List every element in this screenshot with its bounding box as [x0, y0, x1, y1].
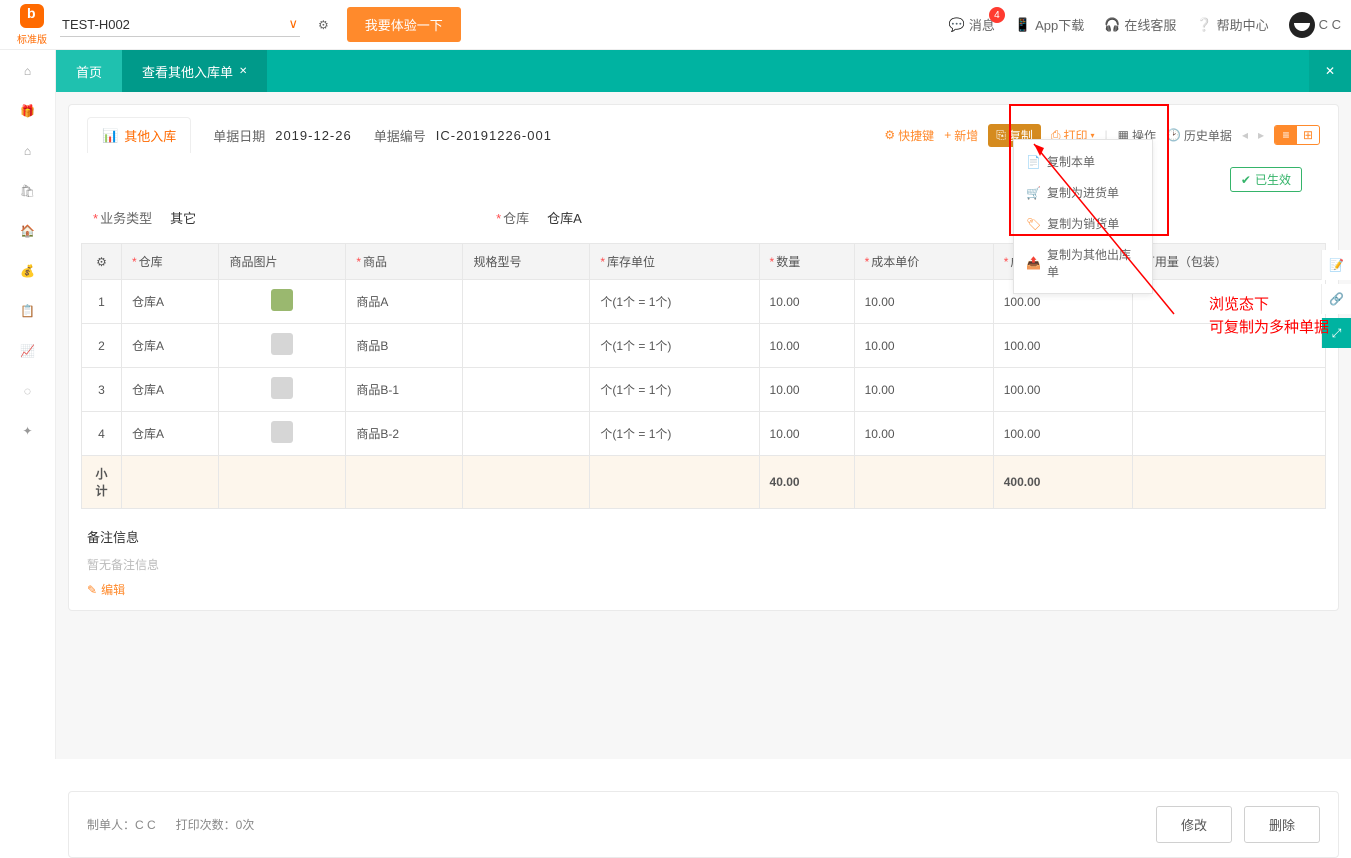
- edit-icon: ✎: [87, 583, 97, 597]
- help-link[interactable]: ❔帮助中心: [1196, 15, 1268, 34]
- biztype-value: 其它: [170, 211, 196, 226]
- modify-button[interactable]: 修改: [1156, 806, 1232, 843]
- message-icon: 💬: [949, 17, 965, 33]
- service-link[interactable]: 🎧在线客服: [1104, 15, 1176, 34]
- prev-button[interactable]: ◂: [1242, 128, 1248, 142]
- date-value: 2019-12-26: [275, 128, 352, 143]
- plus-icon: +: [944, 128, 951, 142]
- doc-type-tab[interactable]: 📊其他入库: [87, 117, 191, 153]
- edition-label: 标准版: [10, 31, 54, 46]
- remark-title: 备注信息: [87, 527, 1320, 546]
- table-row[interactable]: 4仓库A商品B-2个(1个 = 1个)10.0010.00100.00: [82, 412, 1326, 456]
- nav-report-icon[interactable]: 📈: [20, 344, 35, 358]
- date-label: 单据日期: [213, 126, 265, 145]
- subtotal-row: 小计40.00400.00: [82, 456, 1326, 509]
- remark-empty: 暂无备注信息: [87, 556, 1320, 573]
- help-icon: ❔: [1196, 17, 1212, 33]
- nav-money-icon[interactable]: 💰: [20, 264, 35, 278]
- tab-view-other-in[interactable]: 查看其他入库单✕: [122, 50, 267, 92]
- logo[interactable]: 标准版: [10, 4, 54, 46]
- edit-remark-button[interactable]: ✎编辑: [87, 581, 1320, 598]
- delete-button[interactable]: 删除: [1244, 806, 1320, 843]
- company-select[interactable]: TEST-H002 ∨: [60, 12, 300, 37]
- tab-home[interactable]: 首页: [56, 50, 122, 92]
- gear-icon[interactable]: ⚙: [318, 18, 329, 32]
- phone-icon: 📱: [1015, 17, 1031, 33]
- messages-link[interactable]: 💬消息4: [949, 15, 995, 34]
- nav-gift-icon[interactable]: 🎁: [20, 104, 35, 118]
- print-count-label: 打印次数：0次: [176, 816, 255, 833]
- try-button[interactable]: 我要体验一下: [347, 7, 461, 42]
- app-download-link[interactable]: 📱App下载: [1015, 15, 1084, 34]
- gear-icon[interactable]: ⚙: [96, 255, 107, 269]
- doc-icon: 📊: [102, 128, 118, 144]
- warehouse-label: 仓库: [503, 211, 529, 226]
- next-button[interactable]: ▸: [1258, 128, 1264, 142]
- annotation-text: 浏览态下可复制为多种单据: [1209, 294, 1329, 339]
- message-badge: 4: [989, 7, 1005, 23]
- avatar: [1289, 12, 1315, 38]
- nav-sync-icon[interactable]: ◌: [24, 384, 31, 398]
- shortcut-button[interactable]: ⚙快捷键: [884, 127, 934, 144]
- chevron-down-icon: ∨: [288, 16, 298, 32]
- maker-label: 制单人：C C: [87, 816, 156, 833]
- company-name: TEST-H002: [62, 17, 130, 32]
- nav-new-icon[interactable]: ✦: [22, 424, 32, 438]
- view-list-button[interactable]: ≡: [1275, 126, 1297, 144]
- table-row[interactable]: 3仓库A商品B-1个(1个 = 1个)10.0010.00100.00: [82, 368, 1326, 412]
- copy-icon: ⎘: [996, 128, 1006, 143]
- user-menu[interactable]: C C: [1289, 12, 1341, 38]
- nav-building-icon[interactable]: 🏠: [20, 224, 35, 238]
- status-badge: ✔已生效: [1230, 167, 1302, 192]
- annotation-arrow: [1024, 134, 1184, 334]
- gear-icon: ⚙: [884, 128, 895, 142]
- biztype-label: 业务类型: [100, 211, 152, 226]
- nav-clipboard-icon[interactable]: 📋: [20, 304, 35, 318]
- tool-note-icon[interactable]: 📝: [1321, 250, 1351, 280]
- add-button[interactable]: +新增: [944, 127, 978, 144]
- docno-label: 单据编号: [374, 126, 426, 145]
- docno-value: IC-20191226-001: [436, 128, 552, 143]
- nav-bag-icon[interactable]: 🛍: [20, 184, 35, 198]
- nav-home-icon[interactable]: ⌂: [24, 64, 31, 78]
- close-panel-button[interactable]: ✕: [1309, 50, 1351, 92]
- view-grid-button[interactable]: ⊞: [1297, 126, 1319, 144]
- nav-house-icon[interactable]: ⌂: [24, 144, 31, 158]
- check-icon: ✔: [1241, 173, 1251, 187]
- headset-icon: 🎧: [1104, 17, 1120, 33]
- warehouse-value: 仓库A: [547, 211, 582, 226]
- close-icon[interactable]: ✕: [239, 66, 247, 77]
